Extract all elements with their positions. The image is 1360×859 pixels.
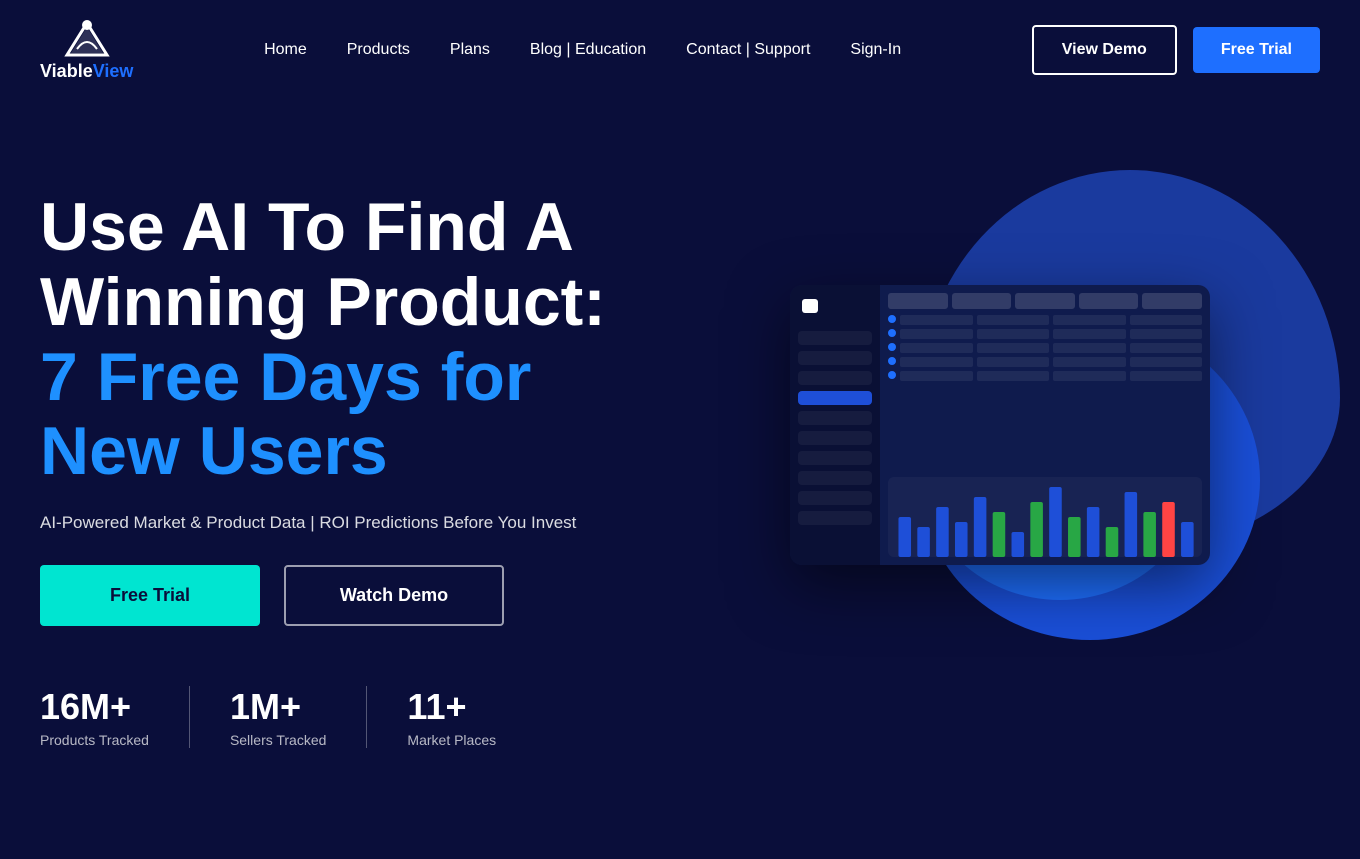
- mockup-sidebar-item: [798, 411, 872, 425]
- dashboard-screenshot: [790, 285, 1210, 565]
- hero-title: Use AI To Find A Winning Product: 7 Free…: [40, 190, 680, 489]
- logo-text: ViableView: [40, 61, 133, 82]
- stat-products-label: Products Tracked: [40, 732, 149, 748]
- stat-markets: 11+ Market Places: [407, 686, 536, 748]
- nav-home[interactable]: Home: [264, 41, 307, 58]
- watch-demo-button[interactable]: Watch Demo: [284, 565, 504, 626]
- stat-sellers-label: Sellers Tracked: [230, 732, 326, 748]
- mockup-table: [888, 315, 1202, 471]
- nav-products[interactable]: Products: [347, 41, 410, 58]
- mockup-sidebar-item: [798, 511, 872, 525]
- mockup-main: [880, 285, 1210, 565]
- hero-buttons: Free Trial Watch Demo: [40, 565, 680, 626]
- stat-markets-label: Market Places: [407, 732, 496, 748]
- nav-contact[interactable]: Contact | Support: [686, 41, 810, 58]
- stat-sellers-number: 1M+: [230, 686, 326, 728]
- mockup-sidebar-item: [798, 431, 872, 445]
- hero-title-line1: Use AI To Find A: [40, 190, 680, 265]
- stat-markets-number: 11+: [407, 686, 496, 728]
- stat-products-number: 16M+: [40, 686, 149, 728]
- mockup-sidebar-item: [798, 331, 872, 345]
- nav-blog[interactable]: Blog | Education: [530, 41, 646, 58]
- hero-title-highlight: 7 Free Days for New Users: [40, 340, 680, 490]
- hero-title-line2: Winning Product:: [40, 265, 680, 340]
- mockup-sidebar-item: [798, 351, 872, 365]
- stat-sellers: 1M+ Sellers Tracked: [230, 686, 367, 748]
- stat-products: 16M+ Products Tracked: [40, 686, 190, 748]
- nav-plans[interactable]: Plans: [450, 41, 490, 58]
- mockup-sidebar-item-active: [798, 391, 872, 405]
- nav-actions: View Demo Free Trial: [1032, 25, 1320, 75]
- navbar: ViableView Home Products Plans Blog | Ed…: [0, 0, 1360, 100]
- hero-content: Use AI To Find A Winning Product: 7 Free…: [40, 160, 680, 748]
- logo[interactable]: ViableView: [40, 19, 133, 82]
- hero-subtitle: AI-Powered Market & Product Data | ROI P…: [40, 513, 680, 533]
- mockup-chart: [888, 477, 1202, 557]
- nav-links: Home Products Plans Blog | Education Con…: [264, 41, 901, 59]
- mockup-sidebar-item: [798, 471, 872, 485]
- free-trial-hero-button[interactable]: Free Trial: [40, 565, 260, 626]
- mockup-header: [888, 293, 1202, 309]
- mockup-sidebar: [790, 285, 880, 565]
- nav-signin[interactable]: Sign-In: [850, 41, 901, 58]
- mockup-sidebar-item: [798, 371, 872, 385]
- mockup-logo: [798, 295, 872, 317]
- mockup-sidebar-item: [798, 491, 872, 505]
- hero-image-area: [680, 160, 1320, 660]
- hero-section: Use AI To Find A Winning Product: 7 Free…: [0, 100, 1360, 788]
- mockup-sidebar-item: [798, 451, 872, 465]
- view-demo-button[interactable]: View Demo: [1032, 25, 1177, 75]
- free-trial-nav-button[interactable]: Free Trial: [1193, 27, 1320, 73]
- hero-stats: 16M+ Products Tracked 1M+ Sellers Tracke…: [40, 686, 680, 748]
